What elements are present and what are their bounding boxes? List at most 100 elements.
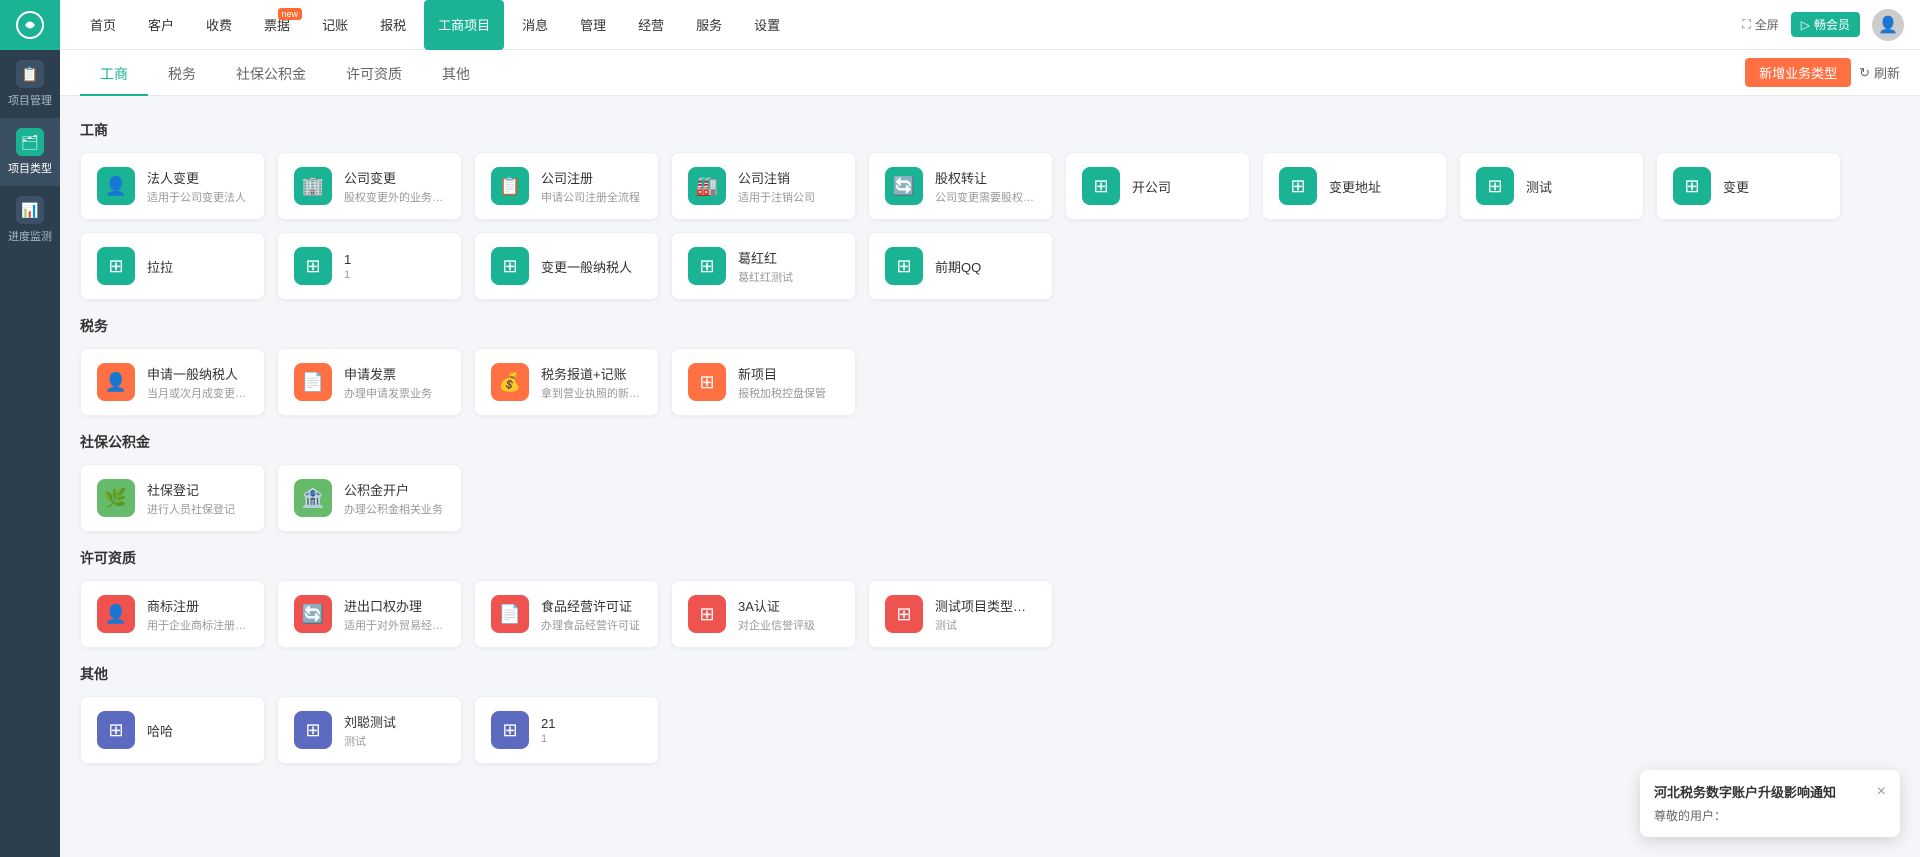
tab-license[interactable]: 许可资质 (326, 54, 422, 96)
nav-billing[interactable]: 收费 (192, 0, 246, 50)
card-4-1[interactable]: ⊞刘聪测试测试 (277, 696, 462, 764)
nav-client[interactable]: 客户 (134, 0, 188, 50)
card-title-0-9: 拉拉 (147, 257, 248, 276)
cards-grid-3: 👤商标注册用于企业商标注册服务 🔄 进出口权办理适用于对外贸易经营者 📄食品经营许可证… (80, 580, 1900, 648)
card-icon-0-11: ⊞ (491, 247, 529, 285)
card-3-3[interactable]: ⊞3A认证对企业信誉评级 (671, 580, 856, 648)
card-text-4-0: 哈哈 (147, 721, 248, 740)
nav-home[interactable]: 首页 (76, 0, 130, 50)
project-management-icon: 📋 (16, 60, 44, 88)
card-0-0[interactable]: 👤法人变更适用于公司变更法人 (80, 152, 265, 220)
vip-icon: ▷ (1801, 18, 1810, 32)
card-2-1[interactable]: 🏦公积金开户办理公积金相关业务 (277, 464, 462, 532)
card-2-0[interactable]: 🌿社保登记进行人员社保登记 (80, 464, 265, 532)
sidebar-item-label: 进度监测 (8, 228, 52, 244)
nav-management[interactable]: 管理 (566, 0, 620, 50)
nav-bookkeeping[interactable]: 记账 (308, 0, 362, 50)
app-logo[interactable] (0, 0, 60, 50)
card-title-1-2: 税务报道+记账 (541, 364, 642, 383)
nav-settings[interactable]: 设置 (740, 0, 794, 50)
card-icon-0-4: 🔄 (885, 167, 923, 205)
nav-service[interactable]: 服务 (682, 0, 736, 50)
avatar[interactable]: 👤 (1872, 9, 1904, 41)
tab-other[interactable]: 其他 (422, 54, 490, 96)
sidebar-item-project-types[interactable]: 🗂 项目类型 (0, 118, 60, 186)
refresh-button[interactable]: ↻ 刷新 (1859, 63, 1900, 82)
card-0-6[interactable]: ⊞变更地址 (1262, 152, 1447, 220)
card-title-0-0: 法人变更 (147, 168, 248, 187)
project-types-icon: 🗂 (16, 128, 44, 156)
card-3-4[interactable]: ⊞测试项目类型目定义测试 (868, 580, 1053, 648)
sidebar: 📋 项目管理 🗂 项目类型 📊 进度监测 (0, 0, 60, 857)
card-0-13[interactable]: ⊞ 前期QQ (868, 232, 1053, 300)
card-0-4[interactable]: 🔄 股权转让公司变更需要股权转让 (868, 152, 1053, 220)
card-title-3-1: 进出口权办理 (344, 596, 445, 615)
card-text-1-1: 申请发票办理申请发票业务 (344, 364, 445, 401)
card-0-2[interactable]: 📋公司注册申请公司注册全流程 (474, 152, 659, 220)
fullscreen-button[interactable]: ⛶ 全屏 (1742, 16, 1778, 33)
card-0-3[interactable]: 🏭公司注销适用于注销公司 (671, 152, 856, 220)
card-0-11[interactable]: ⊞ 变更一般纳税人 (474, 232, 659, 300)
refresh-icon: ↻ (1859, 65, 1870, 81)
card-1-1[interactable]: 📄 申请发票办理申请发票业务 (277, 348, 462, 416)
card-icon-4-0: ⊞ (97, 711, 135, 749)
nav-tickets[interactable]: 票据 new (250, 0, 304, 50)
sidebar-item-project-management[interactable]: 📋 项目管理 (0, 50, 60, 118)
card-3-0[interactable]: 👤商标注册用于企业商标注册服务 (80, 580, 265, 648)
card-icon-3-2: 📄 (491, 595, 529, 633)
tab-social-fund[interactable]: 社保公积金 (216, 54, 326, 96)
card-0-12[interactable]: ⊞葛红红葛红红测试 (671, 232, 856, 300)
section-title-1: 税务 (80, 316, 1900, 336)
card-desc-1-0: 当月或次月成变更完成 (147, 385, 248, 401)
notification-body: 尊敬的用户： (1654, 807, 1886, 825)
card-text-0-4: 股权转让公司变更需要股权转让 (935, 168, 1036, 205)
card-icon-0-3: 🏭 (688, 167, 726, 205)
card-icon-3-1: 🔄 (294, 595, 332, 633)
card-0-10[interactable]: ⊞11 (277, 232, 462, 300)
card-0-9[interactable]: ⊞拉拉 (80, 232, 265, 300)
card-4-0[interactable]: ⊞ 哈哈 (80, 696, 265, 764)
card-title-0-6: 变更地址 (1329, 177, 1430, 196)
card-3-1[interactable]: 🔄 进出口权办理适用于对外贸易经营者 (277, 580, 462, 648)
card-icon-0-13: ⊞ (885, 247, 923, 285)
card-title-1-0: 申请一般纳税人 (147, 364, 248, 383)
nav-messages[interactable]: 消息 (508, 0, 562, 50)
nav-business-project[interactable]: 工商项目 (424, 0, 504, 50)
card-icon-1-3: ⊞ (688, 363, 726, 401)
card-0-5[interactable]: ⊞开公司 (1065, 152, 1250, 220)
card-title-2-1: 公积金开户 (344, 480, 445, 499)
card-text-3-1: 进出口权办理适用于对外贸易经营者 (344, 596, 445, 633)
card-3-2[interactable]: 📄食品经营许可证办理食品经营许可证 (474, 580, 659, 648)
card-0-1[interactable]: 🏢公司变更股权变更外的业务变更 (277, 152, 462, 220)
section-0: 工商 👤法人变更适用于公司变更法人🏢公司变更股权变更外的业务变更📋公司注册申请公司… (80, 120, 1900, 300)
notification-close-button[interactable]: × (1877, 783, 1886, 801)
sidebar-item-progress-monitor[interactable]: 📊 进度监测 (0, 186, 60, 254)
add-business-type-button[interactable]: 新增业务类型 (1745, 58, 1851, 87)
card-text-0-10: 11 (344, 252, 445, 281)
card-4-2[interactable]: ⊞211 (474, 696, 659, 764)
card-text-0-8: 变更 (1723, 177, 1824, 196)
card-1-0[interactable]: 👤申请一般纳税人当月或次月成变更完成 (80, 348, 265, 416)
card-text-0-13: 前期QQ (935, 257, 1036, 276)
nav-tax[interactable]: 报税 (366, 0, 420, 50)
card-1-3[interactable]: ⊞ 新项目报税加税控盘保管 (671, 348, 856, 416)
card-text-1-3: 新项目报税加税控盘保管 (738, 364, 839, 401)
card-desc-2-0: 进行人员社保登记 (147, 501, 248, 517)
card-1-2[interactable]: 💰税务报道+记账拿到营业执照的新公司 (474, 348, 659, 416)
vip-button[interactable]: ▷ 畅会员 (1791, 12, 1860, 37)
section-title-0: 工商 (80, 120, 1900, 140)
tab-tax[interactable]: 税务 (148, 54, 216, 96)
card-desc-0-12: 葛红红测试 (738, 269, 839, 285)
card-0-7[interactable]: ⊞测试 (1459, 152, 1644, 220)
nav-operations[interactable]: 经营 (624, 0, 678, 50)
card-title-3-3: 3A认证 (738, 596, 839, 615)
section-title-3: 许可资质 (80, 548, 1900, 568)
card-desc-1-1: 办理申请发票业务 (344, 385, 445, 401)
card-0-8[interactable]: ⊞变更 (1656, 152, 1841, 220)
section-title-2: 社保公积金 (80, 432, 1900, 452)
card-desc-0-3: 适用于注销公司 (738, 189, 839, 205)
tab-business[interactable]: 工商 (80, 54, 148, 96)
card-icon-1-1: 📄 (294, 363, 332, 401)
card-text-0-11: 变更一般纳税人 (541, 257, 642, 276)
card-title-1-1: 申请发票 (344, 364, 445, 383)
